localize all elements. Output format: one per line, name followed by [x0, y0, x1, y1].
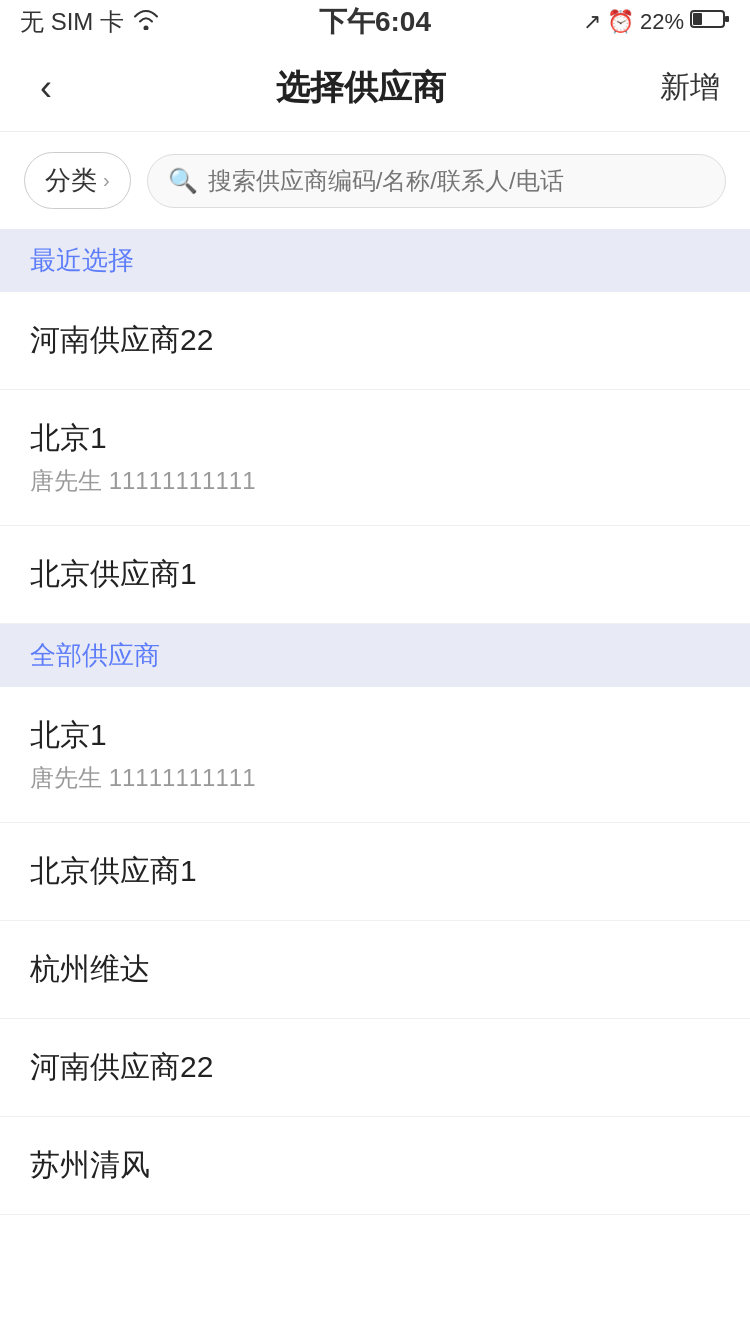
- svg-rect-1: [725, 16, 729, 22]
- nav-bar: ‹ 选择供应商 新增: [0, 44, 750, 132]
- item-sub: 唐先生 11111111111: [30, 762, 720, 794]
- all-list: 北京1 唐先生 11111111111 北京供应商1 杭州维达河南供应商22 苏州清风: [0, 687, 750, 1215]
- item-name: 北京1: [30, 418, 720, 459]
- item-name: 北京1: [30, 715, 720, 756]
- recent-list-item[interactable]: 河南供应商22: [0, 292, 750, 390]
- item-name: 苏州清风: [30, 1145, 720, 1186]
- chevron-right-icon: ›: [103, 169, 110, 192]
- item-sub: 唐先生 11111111111: [30, 465, 720, 497]
- add-button[interactable]: 新增: [660, 67, 720, 108]
- item-name: 河南供应商22: [30, 320, 720, 361]
- no-sim-label: 无 SIM 卡: [20, 6, 124, 38]
- all-list-item[interactable]: 北京1 唐先生 11111111111: [0, 687, 750, 823]
- item-name: 北京供应商1: [30, 554, 720, 595]
- location-icon: ↗: [583, 9, 601, 35]
- alarm-icon: ⏰: [607, 9, 634, 35]
- wifi-icon: [132, 8, 160, 36]
- battery-icon: [690, 8, 730, 36]
- search-area: 分类 › 🔍: [0, 132, 750, 229]
- all-list-item[interactable]: 北京供应商1: [0, 823, 750, 921]
- search-icon: 🔍: [168, 167, 198, 195]
- item-name: 河南供应商22: [30, 1047, 720, 1088]
- all-list-item[interactable]: 苏州清风: [0, 1117, 750, 1215]
- status-bar: 无 SIM 卡 下午6:04 ↗ ⏰ 22%: [0, 0, 750, 44]
- item-name: 杭州维达: [30, 949, 720, 990]
- recent-list: 河南供应商22 北京1 唐先生 11111111111 北京供应商1: [0, 292, 750, 624]
- search-input[interactable]: [208, 167, 705, 195]
- svg-rect-2: [693, 13, 702, 25]
- all-section-header: 全部供应商: [0, 624, 750, 687]
- item-name: 北京供应商1: [30, 851, 720, 892]
- recent-list-item[interactable]: 北京1 唐先生 11111111111: [0, 390, 750, 526]
- all-list-item[interactable]: 河南供应商22: [0, 1019, 750, 1117]
- status-right: ↗ ⏰ 22%: [583, 8, 730, 36]
- all-list-item[interactable]: 杭州维达: [0, 921, 750, 1019]
- battery-label: 22%: [640, 9, 684, 35]
- search-box[interactable]: 🔍: [147, 154, 726, 208]
- status-time: 下午6:04: [319, 3, 431, 41]
- category-label: 分类: [45, 163, 97, 198]
- back-button[interactable]: ‹: [30, 57, 62, 119]
- recent-section-header: 最近选择: [0, 229, 750, 292]
- status-left: 无 SIM 卡: [20, 6, 160, 38]
- recent-list-item[interactable]: 北京供应商1: [0, 526, 750, 624]
- category-button[interactable]: 分类 ›: [24, 152, 131, 209]
- page-title: 选择供应商: [276, 65, 446, 111]
